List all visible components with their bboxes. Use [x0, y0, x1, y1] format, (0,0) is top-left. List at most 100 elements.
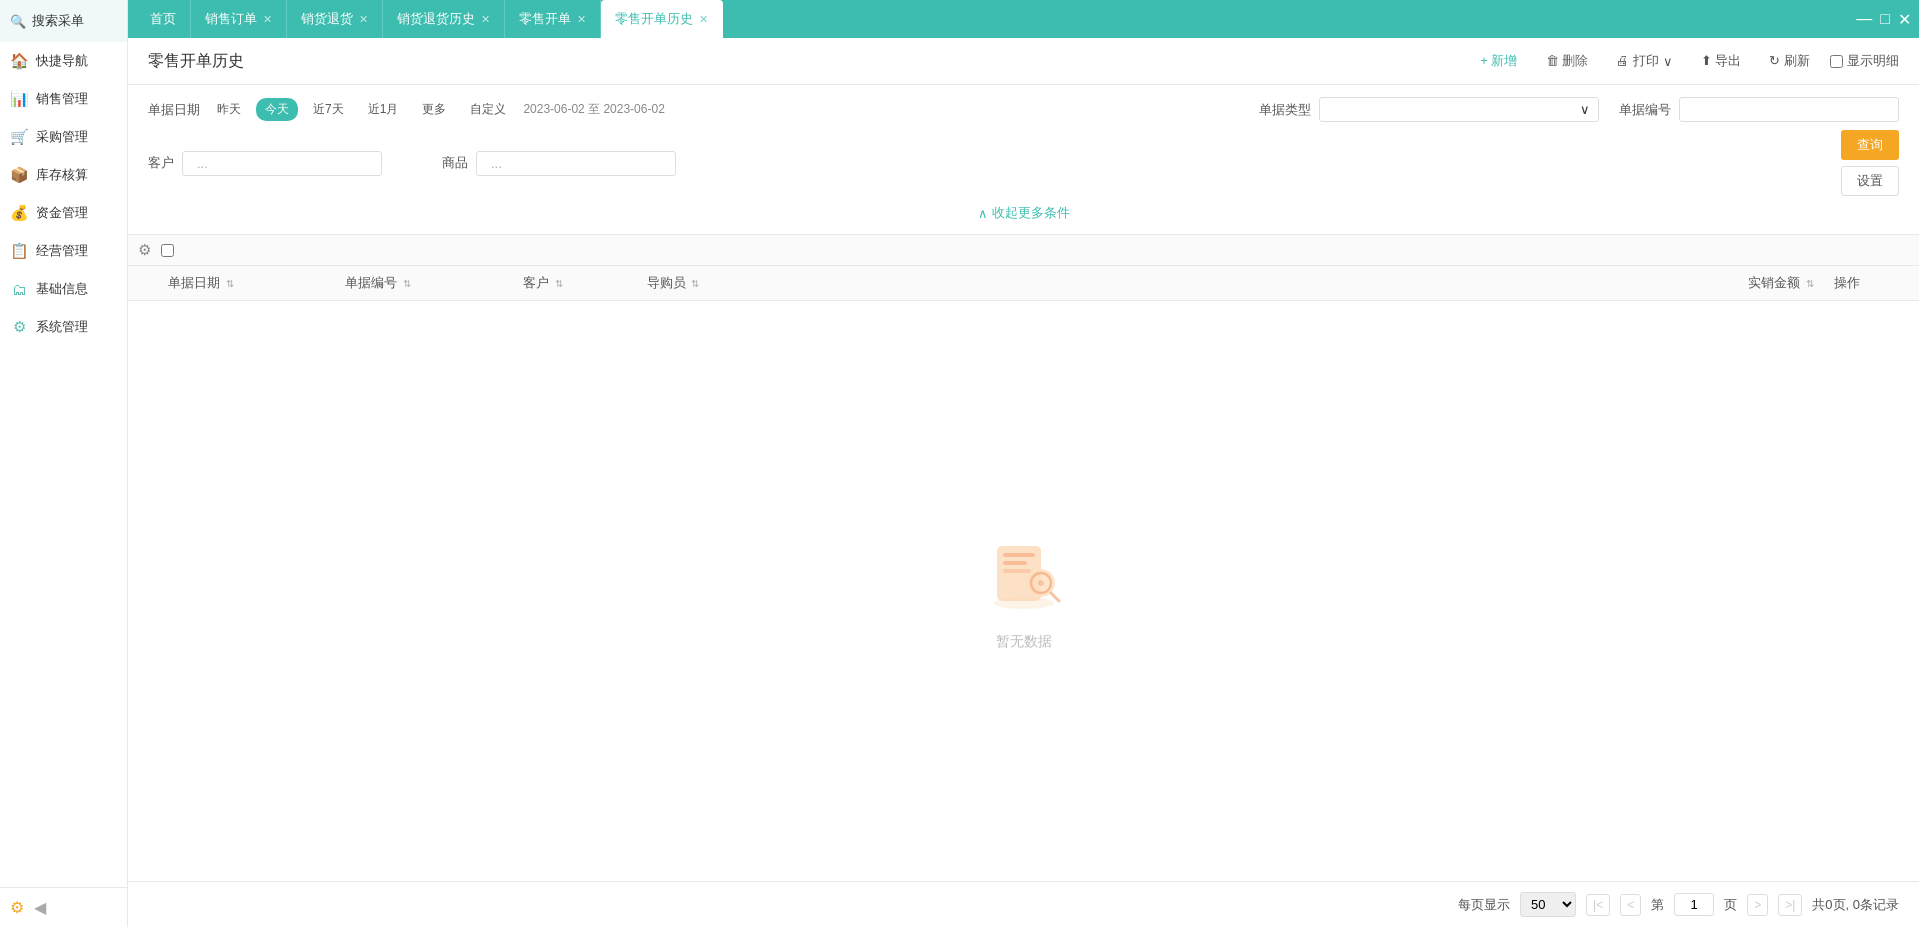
toolbar: + 新增 🗑 删除 🖨 打印 ∨ ⬆ 导出 ↻ 刷新 显示明细	[1472, 48, 1899, 74]
print-button[interactable]: 🖨 打印 ∨	[1608, 48, 1681, 74]
th-no[interactable]: 单据编号 ⇅	[335, 266, 512, 301]
refresh-button[interactable]: ↻ 刷新	[1761, 48, 1818, 74]
date-btn-custom[interactable]: 自定义	[461, 98, 515, 121]
table-settings-icon[interactable]: ⚙	[138, 241, 151, 259]
customer-input[interactable]: ...	[182, 151, 382, 176]
page-prefix: 第	[1651, 896, 1664, 914]
sidebar-item-label: 系统管理	[36, 318, 88, 336]
sidebar-item-inventory[interactable]: 📦 库存核算	[0, 156, 127, 194]
tab-retail-open-label: 零售开单	[519, 10, 571, 28]
base-info-icon: 🗂	[10, 280, 28, 298]
print-arrow-icon: ∨	[1663, 54, 1673, 69]
tab-home[interactable]: 首页	[136, 0, 191, 38]
maximize-button[interactable]: □	[1880, 10, 1890, 28]
svg-rect-2	[1003, 553, 1035, 557]
tab-retail-open-history-label: 零售开单历史	[615, 10, 693, 28]
sidebar-item-base-info[interactable]: 🗂 基础信息	[0, 270, 127, 308]
page-suffix: 页	[1724, 896, 1737, 914]
tab-sales-return[interactable]: 销货退货 ✕	[287, 0, 383, 38]
filter-row-2: 客户 ... 商品 ... 查询 设置	[148, 130, 1899, 196]
empty-text: 暂无数据	[996, 633, 1052, 651]
tab-sales-return-history-label: 销货退货历史	[397, 10, 475, 28]
tab-retail-open-close[interactable]: ✕	[577, 13, 586, 26]
collapse-conditions[interactable]: ∧ 收起更多条件	[148, 204, 1899, 222]
tab-retail-open[interactable]: 零售开单 ✕	[505, 0, 601, 38]
empty-illustration	[979, 531, 1069, 621]
th-date[interactable]: 单据日期 ⇅	[158, 266, 335, 301]
sales-icon: 📊	[10, 90, 28, 108]
sidebar-item-label: 库存核算	[36, 166, 88, 184]
tab-sales-order[interactable]: 销售订单 ✕	[191, 0, 287, 38]
bill-no-input[interactable]	[1679, 97, 1899, 122]
tab-sales-return-history-close[interactable]: ✕	[481, 13, 490, 26]
no-sort-icon: ⇅	[403, 278, 411, 289]
page-input[interactable]	[1674, 893, 1714, 916]
th-salesperson[interactable]: 导购员 ⇅	[637, 266, 788, 301]
per-page-select[interactable]: 50 10 20 100	[1520, 892, 1576, 917]
operations-icon: 📋	[10, 242, 28, 260]
goods-input[interactable]: ...	[476, 151, 676, 176]
first-page-button[interactable]: |<	[1586, 894, 1610, 916]
sidebar-item-sales-mgmt[interactable]: 📊 销售管理	[0, 80, 127, 118]
customer-label: 客户	[148, 154, 174, 172]
tab-bar: 首页 销售订单 ✕ 销货退货 ✕ 销货退货历史 ✕ 零售开单 ✕ 零售开单历史 …	[128, 0, 1919, 38]
sidebar-item-operations[interactable]: 📋 经营管理	[0, 232, 127, 270]
sidebar-search[interactable]: 🔍 搜索采单	[0, 0, 127, 42]
sidebar-item-sys-mgmt[interactable]: ⚙ 系统管理	[0, 308, 127, 346]
tab-sales-return-history[interactable]: 销货退货历史 ✕	[383, 0, 505, 38]
tab-retail-open-history[interactable]: 零售开单历史 ✕	[601, 0, 723, 38]
filter-area: 单据日期 昨天 今天 近7天 近1月 更多 自定义 2023-06-02 至 2…	[128, 85, 1919, 235]
date-btn-more[interactable]: 更多	[413, 98, 455, 121]
th-action: 操作	[1824, 266, 1919, 301]
sidebar-item-label: 经营管理	[36, 242, 88, 260]
bill-type-select[interactable]: ∨	[1319, 97, 1599, 122]
bill-type-chevron-icon: ∨	[1580, 102, 1590, 117]
query-button[interactable]: 查询	[1841, 130, 1899, 160]
sidebar-item-label: 快捷导航	[36, 52, 88, 70]
add-button[interactable]: + 新增	[1472, 48, 1525, 74]
prev-page-button[interactable]: <	[1620, 894, 1641, 916]
date-btn-7days[interactable]: 近7天	[304, 98, 353, 121]
date-btn-yesterday[interactable]: 昨天	[208, 98, 250, 121]
sidebar-item-finance[interactable]: 💰 资金管理	[0, 194, 127, 232]
next-page-button[interactable]: >	[1747, 894, 1768, 916]
date-btn-1month[interactable]: 近1月	[359, 98, 408, 121]
home-icon: 🏠	[10, 52, 28, 70]
select-all-checkbox[interactable]	[161, 244, 174, 257]
sidebar-item-purchase-mgmt[interactable]: 🛒 采购管理	[0, 118, 127, 156]
minimize-button[interactable]: —	[1856, 10, 1872, 28]
purchase-icon: 🛒	[10, 128, 28, 146]
finance-icon: 💰	[10, 204, 28, 222]
filter-customer: 客户 ...	[148, 151, 382, 176]
last-page-button[interactable]: >|	[1778, 894, 1802, 916]
date-btn-today[interactable]: 今天	[256, 98, 298, 121]
filter-date: 单据日期 昨天 今天 近7天 近1月 更多 自定义 2023-06-02 至 2…	[148, 98, 665, 121]
svg-line-7	[1051, 593, 1059, 601]
page-header: 零售开单历史 + 新增 🗑 删除 🖨 打印 ∨ ⬆ 导出 ↻ 刷新 显示明细	[128, 38, 1919, 85]
sidebar-item-label: 采购管理	[36, 128, 88, 146]
th-customer[interactable]: 客户 ⇅	[513, 266, 637, 301]
tab-sales-order-close[interactable]: ✕	[263, 13, 272, 26]
sidebar-collapse-button[interactable]: ◀	[34, 898, 46, 917]
sidebar-item-label: 基础信息	[36, 280, 88, 298]
page-content: 零售开单历史 + 新增 🗑 删除 🖨 打印 ∨ ⬆ 导出 ↻ 刷新 显示明细	[128, 38, 1919, 927]
display-detail-checkbox-label[interactable]: 显示明细	[1830, 52, 1899, 70]
settings-button[interactable]: 设置	[1841, 166, 1899, 196]
data-table: 单据日期 ⇅ 单据编号 ⇅ 客户 ⇅ 导购员 ⇅	[128, 266, 1919, 301]
delete-button[interactable]: 🗑 删除	[1538, 48, 1597, 74]
th-amount[interactable]: 实销金额 ⇅	[787, 266, 1823, 301]
sys-icon: ⚙	[10, 318, 28, 336]
close-button[interactable]: ✕	[1898, 10, 1911, 29]
main-area: 首页 销售订单 ✕ 销货退货 ✕ 销货退货历史 ✕ 零售开单 ✕ 零售开单历史 …	[128, 0, 1919, 927]
inventory-icon: 📦	[10, 166, 28, 184]
sidebar-item-quick-nav[interactable]: 🏠 快捷导航	[0, 42, 127, 80]
export-button[interactable]: ⬆ 导出	[1693, 48, 1750, 74]
sidebar-gear-button[interactable]: ⚙	[10, 898, 24, 917]
date-label: 单据日期	[148, 101, 200, 119]
collapse-label: 收起更多条件	[992, 204, 1070, 222]
table-area: ⚙ 单据日期 ⇅ 单据编号 ⇅	[128, 235, 1919, 881]
display-detail-checkbox[interactable]	[1830, 55, 1843, 68]
per-page-label: 每页显示	[1458, 896, 1510, 914]
tab-sales-return-close[interactable]: ✕	[359, 13, 368, 26]
tab-retail-open-history-close[interactable]: ✕	[699, 13, 708, 26]
